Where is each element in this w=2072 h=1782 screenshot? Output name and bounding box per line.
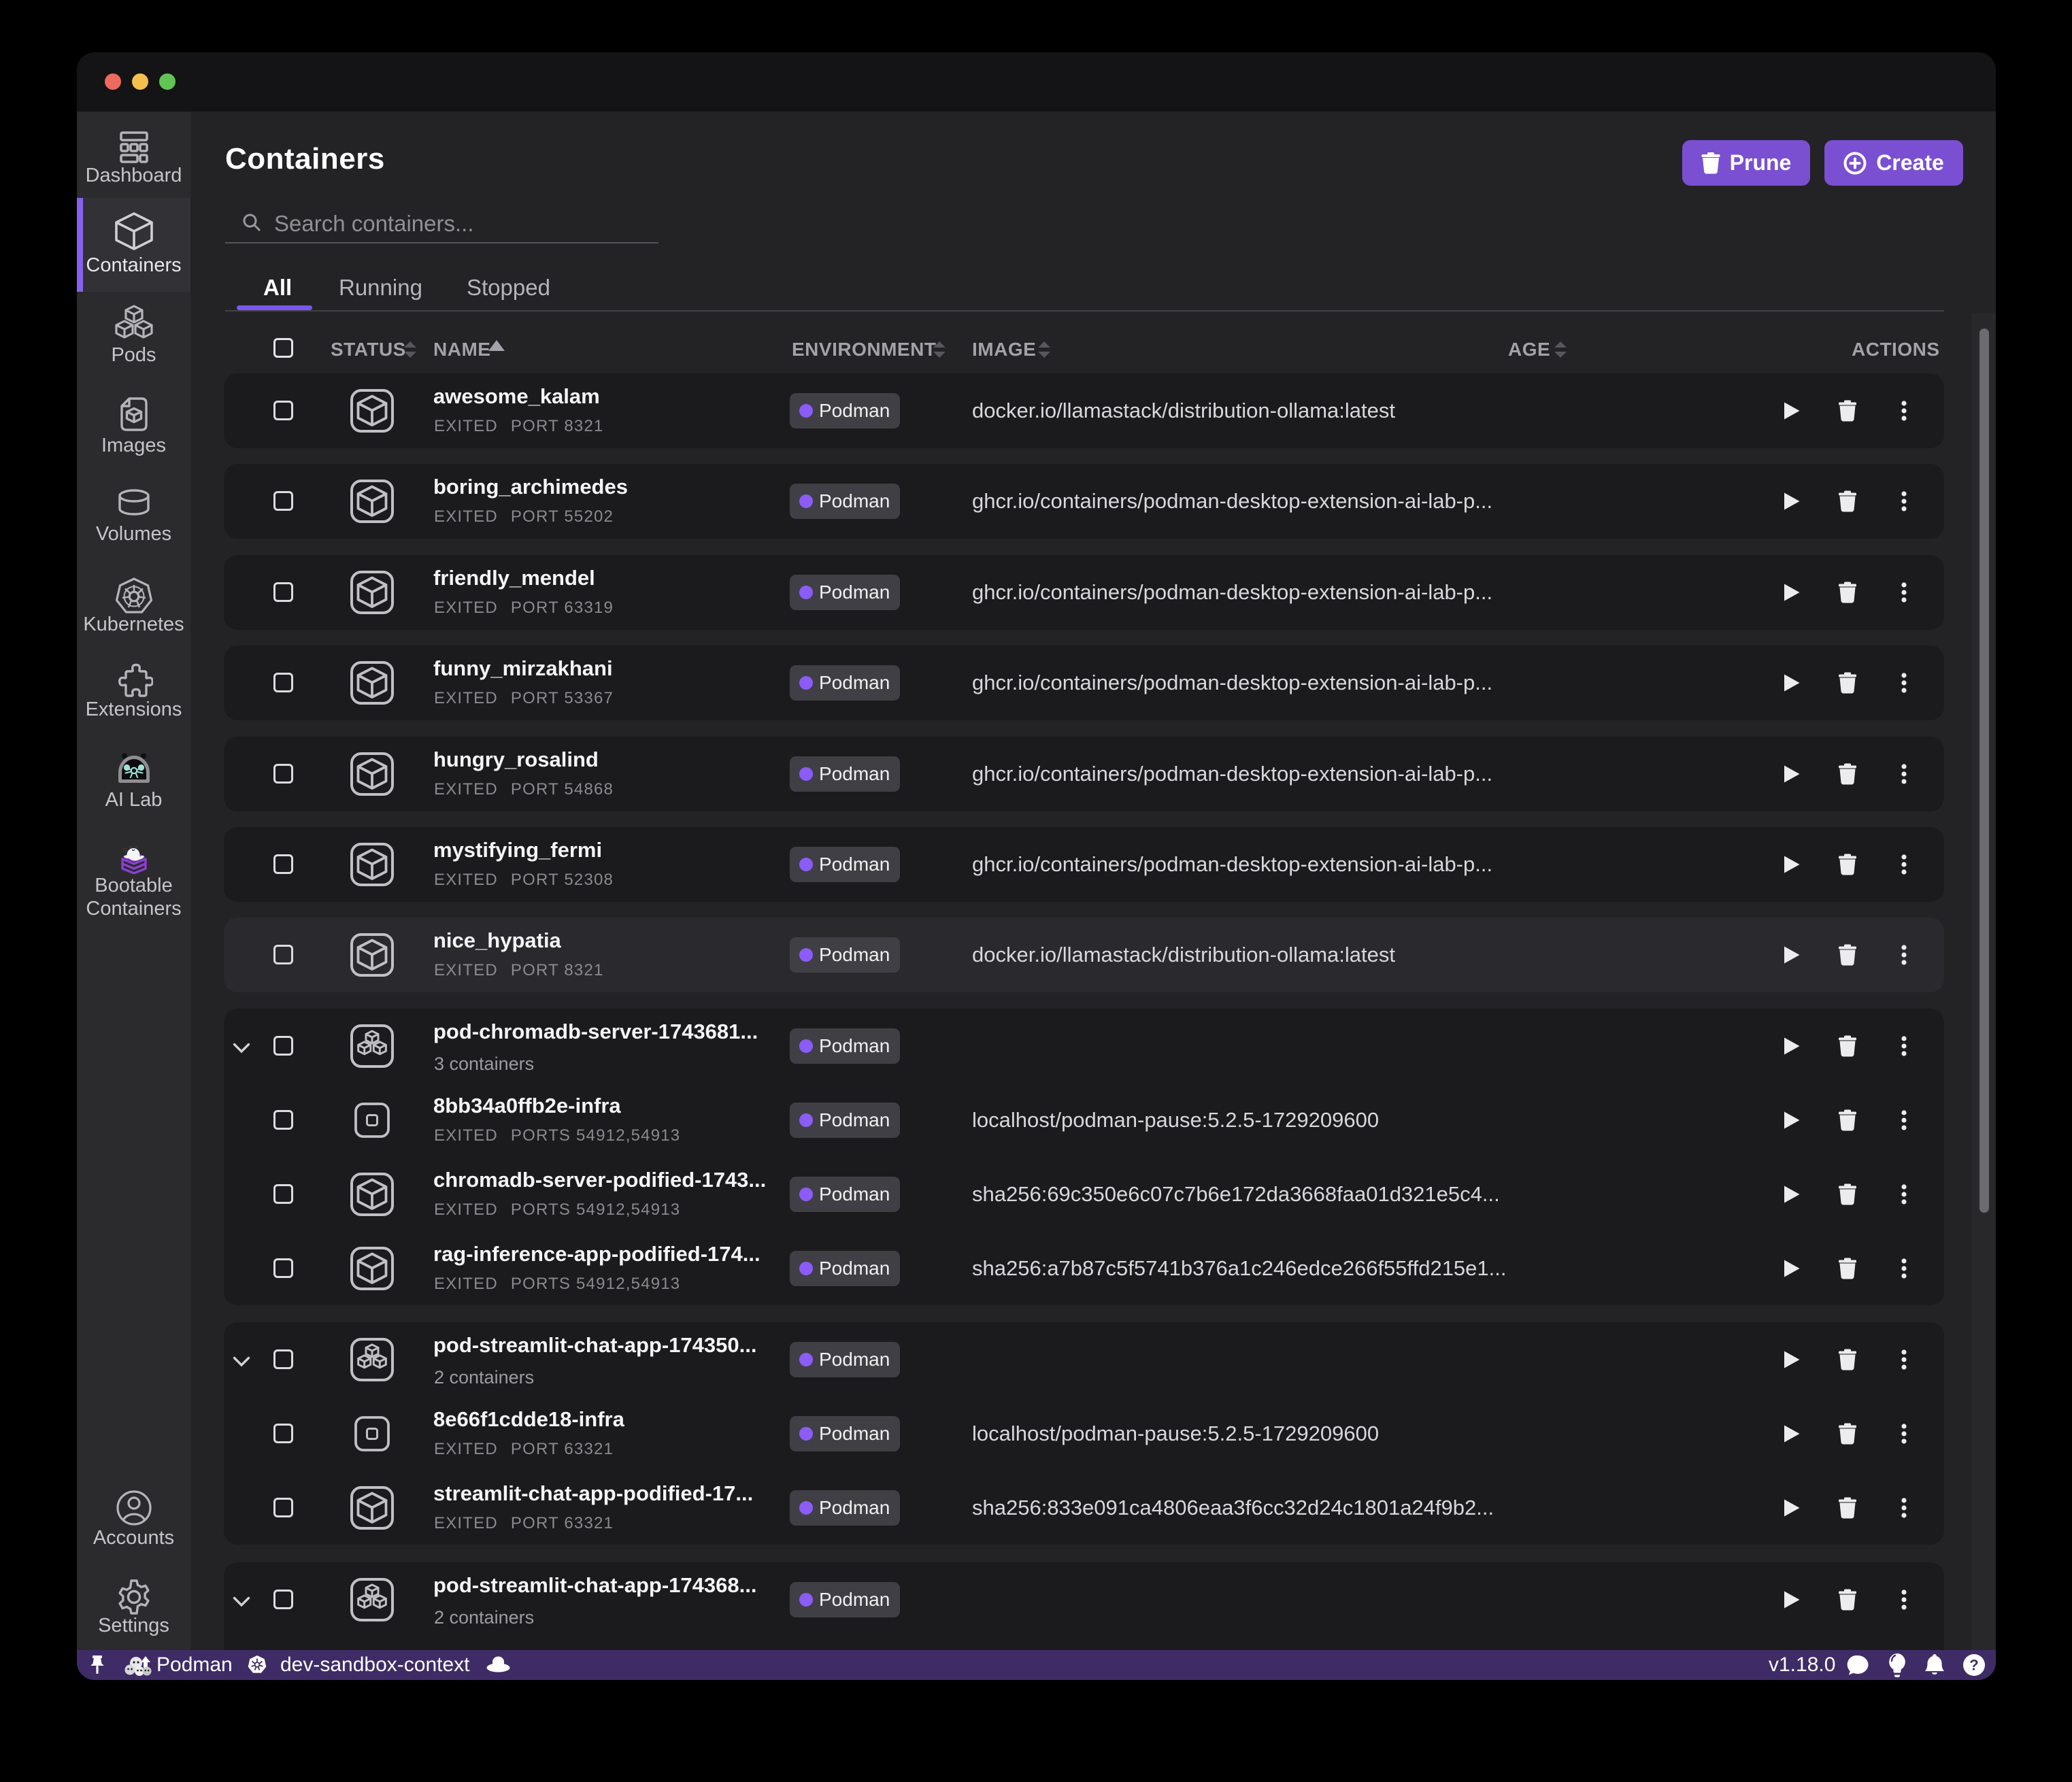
svg-text:?: ?	[1969, 1657, 1978, 1674]
